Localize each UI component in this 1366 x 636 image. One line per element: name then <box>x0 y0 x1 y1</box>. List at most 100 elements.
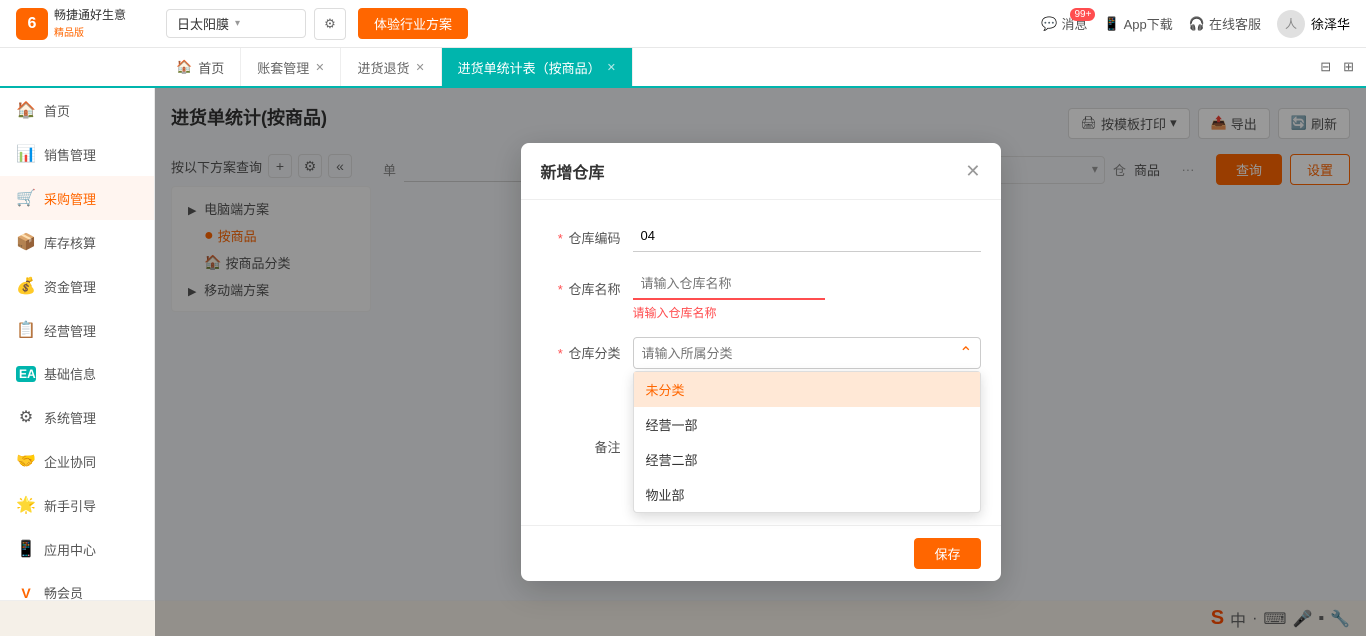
tab-accounts-label: 账套管理 <box>257 58 309 77</box>
settings-icon[interactable]: ⚙ <box>314 8 346 40</box>
tab-accounts-close[interactable]: ✕ <box>315 61 324 74</box>
category-input[interactable] <box>633 337 981 369</box>
sidebar-base-info-label: 基础信息 <box>44 364 96 383</box>
sales-icon: 📊 <box>16 144 36 164</box>
modal-body: * 仓库编码 * 仓库名称 <box>521 200 1001 525</box>
category-field-row: * 仓库分类 ⌃ 未分类 经营一部 经营二部 物业部 <box>541 337 981 369</box>
tab-purchase-return-close[interactable]: ✕ <box>415 61 424 74</box>
sidebar: 🏠 首页 📊 销售管理 🛒 采购管理 📦 库存核算 💰 资金管理 📋 经营管理 … <box>0 88 155 636</box>
finance-icon: 💰 <box>16 276 36 296</box>
app-download-label: App下载 <box>1124 14 1173 33</box>
inventory-icon: 📦 <box>16 232 36 252</box>
option-unclassified[interactable]: 未分类 <box>634 372 980 407</box>
store-arrow-icon: ▾ <box>235 18 240 29</box>
category-dropdown-wrap: ⌃ 未分类 经营一部 经营二部 物业部 <box>633 337 981 369</box>
app-download-item[interactable]: 📱 App下载 <box>1103 14 1172 33</box>
sidebar-item-sales[interactable]: 📊 销售管理 <box>0 132 154 176</box>
store-selector[interactable]: 日太阳膜 ▾ <box>166 9 306 38</box>
operations-icon: 📋 <box>16 320 36 340</box>
save-button[interactable]: 保存 <box>914 538 980 569</box>
sidebar-system-label: 系统管理 <box>44 408 96 427</box>
modal-header: 新增仓库 ✕ <box>521 143 1001 200</box>
modal-overlay: 新增仓库 ✕ * 仓库编码 <box>155 88 1366 636</box>
home-icon: 🏠 <box>176 59 192 75</box>
tab-purchase-return[interactable]: 进货退货 ✕ <box>341 48 441 86</box>
home-sidebar-icon: 🏠 <box>16 100 36 120</box>
sidebar-item-finance[interactable]: 💰 资金管理 <box>0 264 154 308</box>
sidebar-item-purchase[interactable]: 🛒 采购管理 <box>0 176 154 220</box>
tab-spacer: ⊟ ⊞ <box>1316 48 1366 86</box>
remark-label: 备注 <box>541 429 621 456</box>
tab-minimize-icon[interactable]: ⊟ <box>1316 57 1335 77</box>
user-area[interactable]: 人 徐泽华 <box>1277 10 1350 38</box>
top-bar: 6 畅捷通好生意 精品版 日太阳膜 ▾ ⚙ 体验行业方案 💬 消息 99+ 📱 … <box>0 0 1366 48</box>
code-input[interactable] <box>633 220 981 252</box>
category-dropdown-list: 未分类 经营一部 经营二部 物业部 <box>633 371 981 513</box>
system-icon: ⚙ <box>16 407 36 427</box>
sidebar-item-enterprise[interactable]: 🤝 企业协同 <box>0 439 154 483</box>
tab-purchase-return-label: 进货退货 <box>357 58 409 77</box>
trial-button[interactable]: 体验行业方案 <box>358 8 468 39</box>
tab-accounts[interactable]: 账套管理 ✕ <box>241 48 341 86</box>
sidebar-inventory-label: 库存核算 <box>44 233 96 252</box>
tab-purchase-stats-label: 进货单统计表（按商品） <box>458 58 601 77</box>
message-item[interactable]: 💬 消息 99+ <box>1041 14 1087 33</box>
sidebar-item-newbie[interactable]: 🌟 新手引导 <box>0 483 154 527</box>
enterprise-icon: 🤝 <box>16 451 36 471</box>
sidebar-purchase-label: 采购管理 <box>44 189 96 208</box>
member-icon: V <box>16 585 36 601</box>
main-layout: 🏠 首页 📊 销售管理 🛒 采购管理 📦 库存核算 💰 资金管理 📋 经营管理 … <box>0 88 1366 636</box>
sidebar-item-base-info[interactable]: EA 基础信息 <box>0 352 154 395</box>
sidebar-app-label: 应用中心 <box>44 540 96 559</box>
name-input[interactable] <box>633 268 825 300</box>
store-name: 日太阳膜 <box>177 14 229 33</box>
sidebar-enterprise-label: 企业协同 <box>44 452 96 471</box>
newbie-icon: 🌟 <box>16 495 36 515</box>
username-label: 徐泽华 <box>1311 14 1350 33</box>
modal-new-warehouse: 新增仓库 ✕ * 仓库编码 <box>521 143 1001 581</box>
sidebar-item-app[interactable]: 📱 应用中心 <box>0 527 154 571</box>
option-dept2[interactable]: 经营二部 <box>634 442 980 477</box>
logo-name: 畅捷通好生意 <box>54 8 126 24</box>
tab-home-label: 首页 <box>198 58 224 77</box>
top-right: 💬 消息 99+ 📱 App下载 🎧 在线客服 人 徐泽华 <box>1041 10 1350 38</box>
name-label: * 仓库名称 <box>541 271 621 298</box>
sidebar-finance-label: 资金管理 <box>44 277 96 296</box>
avatar: 人 <box>1277 10 1305 38</box>
tab-purchase-stats-close[interactable]: ✕ <box>607 61 616 74</box>
mobile-icon: 📱 <box>1103 16 1119 32</box>
logo-area: 6 畅捷通好生意 精品版 <box>16 8 166 40</box>
modal-title: 新增仓库 <box>541 159 605 183</box>
code-label: * 仓库编码 <box>541 220 621 247</box>
online-service-label: 在线客服 <box>1209 14 1261 33</box>
message-icon: 💬 <box>1041 16 1057 32</box>
base-info-icon: EA <box>16 366 36 382</box>
sidebar-item-inventory[interactable]: 📦 库存核算 <box>0 220 154 264</box>
sidebar-home-label: 首页 <box>44 101 70 120</box>
sidebar-item-system[interactable]: ⚙ 系统管理 <box>0 395 154 439</box>
online-service-item[interactable]: 🎧 在线客服 <box>1189 14 1261 33</box>
option-dept1[interactable]: 经营一部 <box>634 407 980 442</box>
option-property[interactable]: 物业部 <box>634 477 980 512</box>
logo-icon: 6 <box>16 8 48 40</box>
modal-footer: 保存 <box>521 525 1001 581</box>
content-area: 进货单统计(按商品) 🖨 按模板打印 ▾ 📤 导出 🔄 刷新 <box>155 88 1366 636</box>
sidebar-item-home[interactable]: 🏠 首页 <box>0 88 154 132</box>
message-badge: 99+ <box>1070 8 1095 21</box>
tab-home[interactable]: 🏠 首页 <box>160 48 241 86</box>
modal-close-button[interactable]: ✕ <box>965 161 980 182</box>
tabs-bar: 🏠 首页 账套管理 ✕ 进货退货 ✕ 进货单统计表（按商品） ✕ ⊟ ⊞ <box>0 48 1366 88</box>
code-field-row: * 仓库编码 <box>541 220 981 252</box>
name-field-row: * 仓库名称 请输入仓库名称 <box>541 268 981 321</box>
category-label: * 仓库分类 <box>541 337 621 362</box>
headphone-icon: 🎧 <box>1189 16 1205 32</box>
sidebar-operations-label: 经营管理 <box>44 321 96 340</box>
sidebar-item-operations[interactable]: 📋 经营管理 <box>0 308 154 352</box>
purchase-icon: 🛒 <box>16 188 36 208</box>
tab-expand-icon[interactable]: ⊞ <box>1339 57 1358 77</box>
sidebar-sales-label: 销售管理 <box>44 145 96 164</box>
tab-purchase-stats[interactable]: 进货单统计表（按商品） ✕ <box>442 48 633 86</box>
logo-sub: 精品版 <box>54 24 126 39</box>
name-error-msg: 请输入仓库名称 <box>633 306 717 320</box>
sidebar-newbie-label: 新手引导 <box>44 496 96 515</box>
